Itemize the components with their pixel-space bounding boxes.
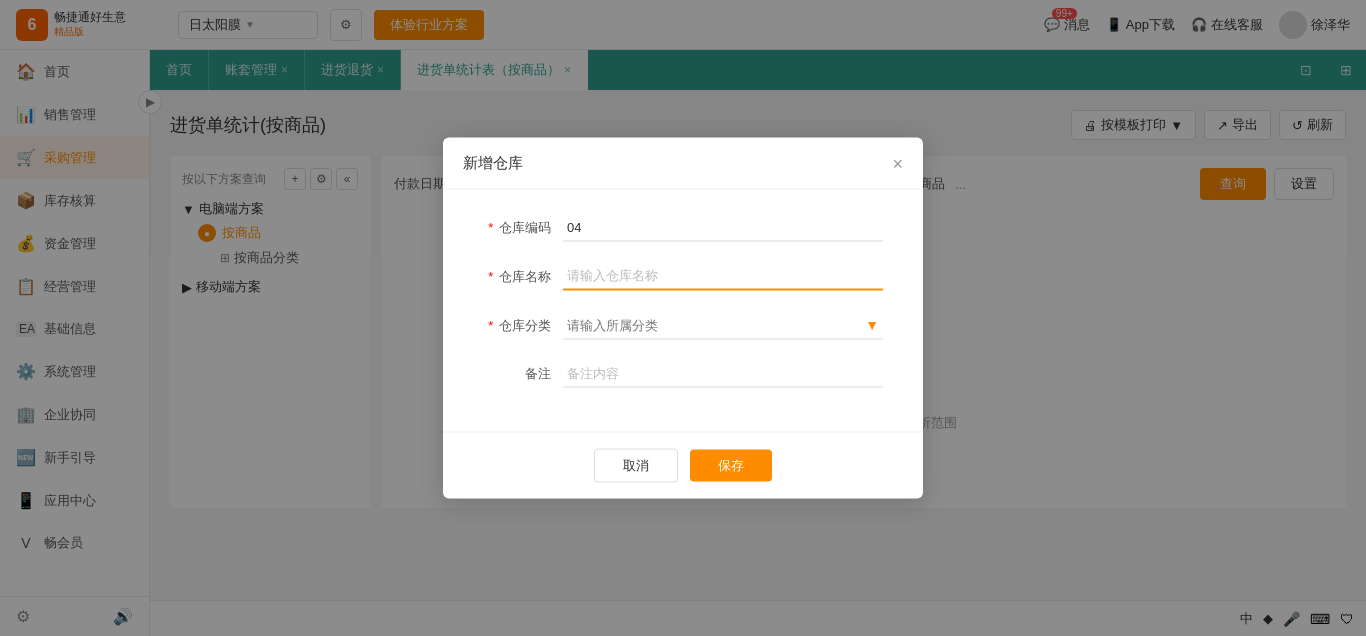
dialog-header: 新增仓库 ×: [443, 138, 923, 190]
note-input[interactable]: [563, 360, 883, 388]
dialog-body: * 仓库编码 * 仓库名称 * 仓库分类 ▼: [443, 190, 923, 432]
dialog-title: 新增仓库: [463, 154, 523, 173]
warehouse-code-input[interactable]: [563, 214, 883, 242]
required-star-3: *: [488, 317, 493, 332]
warehouse-name-input[interactable]: [563, 262, 883, 291]
save-button[interactable]: 保存: [690, 450, 772, 482]
category-label: * 仓库分类: [483, 316, 563, 334]
form-row-name: * 仓库名称: [483, 262, 883, 291]
dialog-footer: 取消 保存: [443, 432, 923, 499]
form-row-category: * 仓库分类 ▼: [483, 311, 883, 340]
dialog-close-button[interactable]: ×: [892, 154, 903, 172]
required-star-2: *: [488, 268, 493, 283]
form-row-code: * 仓库编码: [483, 214, 883, 242]
code-label: * 仓库编码: [483, 219, 563, 237]
form-row-note: 备注: [483, 360, 883, 388]
new-warehouse-dialog: 新增仓库 × * 仓库编码 * 仓库名称 * 仓库分类: [443, 138, 923, 499]
cancel-button[interactable]: 取消: [594, 449, 678, 483]
category-select-wrap: ▼: [563, 311, 883, 340]
name-label: * 仓库名称: [483, 267, 563, 285]
note-label: 备注: [483, 365, 563, 383]
category-dropdown-arrow: ▼: [865, 317, 879, 333]
category-input[interactable]: [567, 317, 865, 332]
required-star: *: [488, 220, 493, 235]
